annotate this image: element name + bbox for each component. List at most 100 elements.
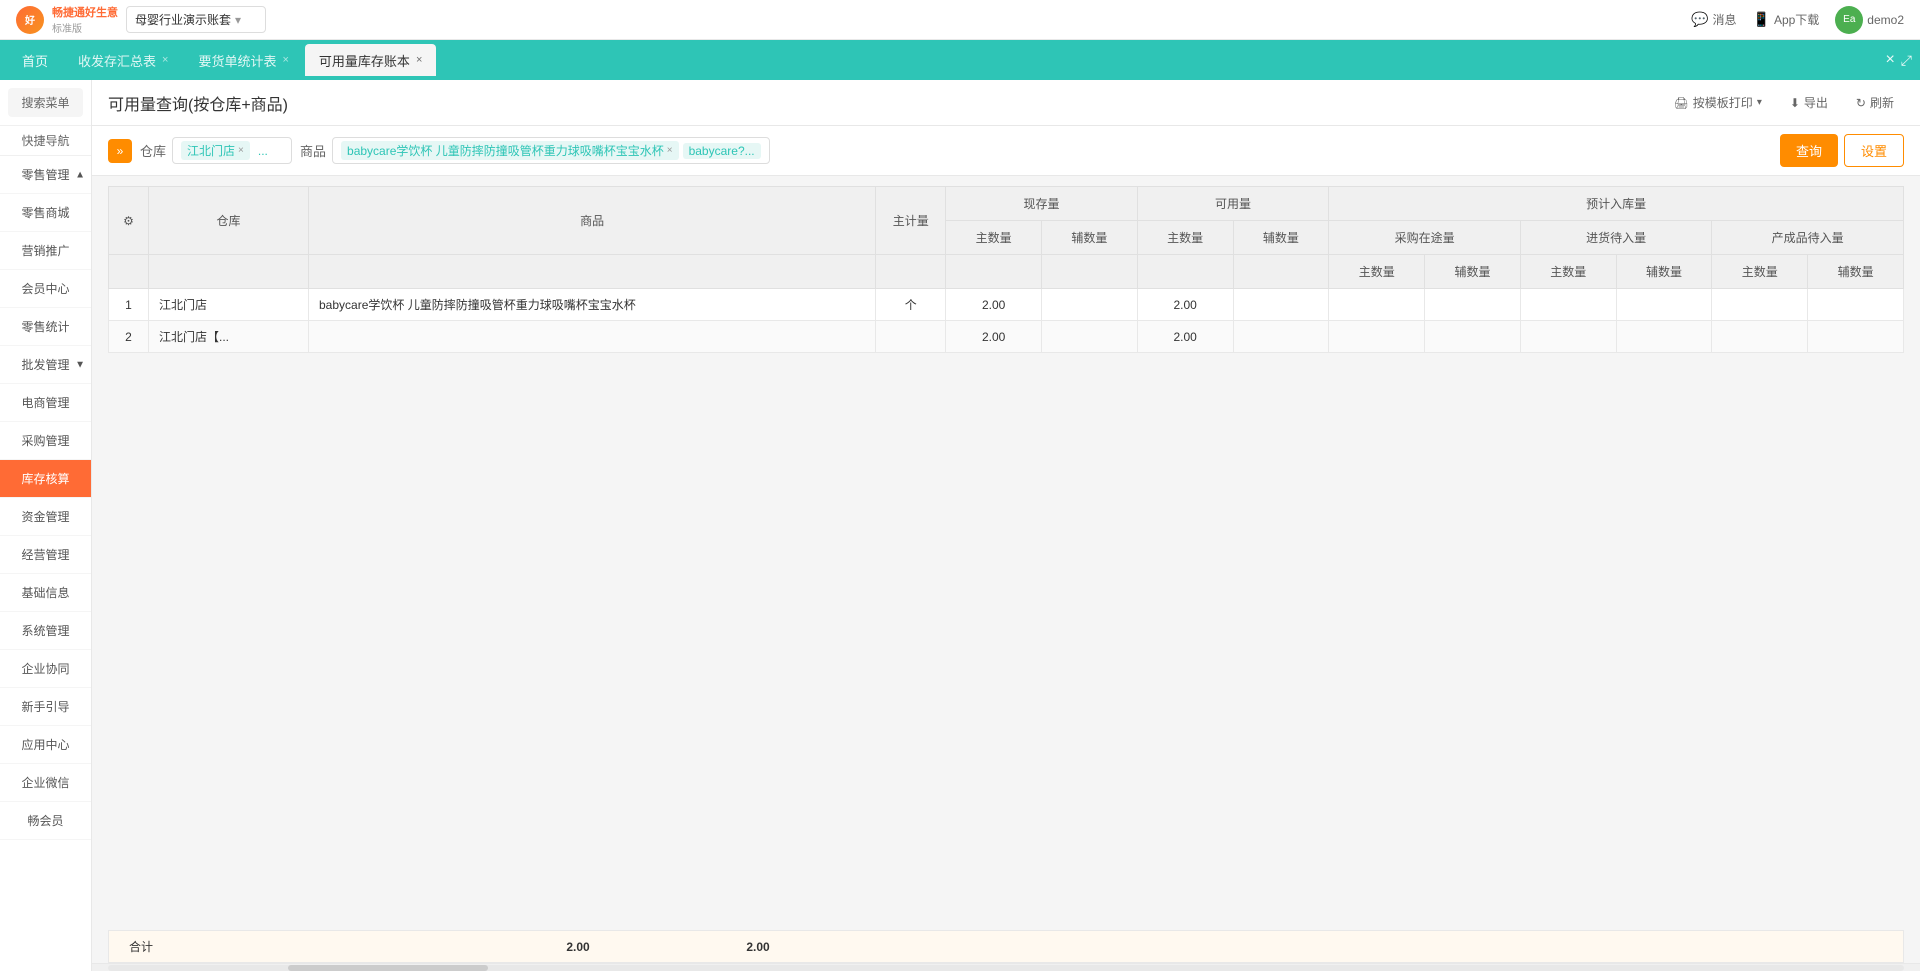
warehouse-filter-label: 仓库 [140, 141, 166, 160]
sidebar-item-system[interactable]: 系统管理 [0, 612, 91, 650]
expand-nav-icon[interactable]: ⤢ [1901, 52, 1912, 69]
user-profile[interactable]: Ea demo2 [1835, 6, 1904, 34]
export-label: 导出 [1804, 94, 1828, 111]
sidebar-item-wholesale[interactable]: 批发管理 ▼ [0, 346, 91, 384]
sidebar-app-center-label: 应用中心 [21, 738, 69, 752]
sidebar-item-finance[interactable]: 资金管理 [0, 498, 91, 536]
th-empty-5 [946, 255, 1042, 289]
sidebar-item-app-center[interactable]: 应用中心 [0, 726, 91, 764]
product-filter-label: 商品 [300, 141, 326, 160]
sidebar-wholesale-arrow: ▼ [75, 359, 85, 370]
table-footer-container: 合计 2.00 2.00 [92, 930, 1920, 963]
cell-incoming-aux-0 [1616, 289, 1712, 321]
cell-index-0: 1 [109, 289, 149, 321]
sidebar-item-retail-stats[interactable]: 零售统计 [0, 308, 91, 346]
th-current-stock-group: 现存量 [946, 187, 1138, 221]
refresh-btn[interactable]: ↻ 刷新 [1846, 90, 1904, 115]
product-tag-1-text: babycare学饮杯 儿童防摔防撞吸管杯重力球吸嘴杯宝宝水杯 [347, 142, 664, 159]
sidebar-retail-stats-label: 零售统计 [21, 320, 69, 334]
filter-expand-btn[interactable]: » [108, 139, 132, 163]
content-area: 可用量查询(按仓库+商品) 🖨 按模板打印 ▾ ⬇ 导出 ↻ 刷新 [92, 80, 1920, 971]
cell-production-aux-1 [1808, 321, 1904, 353]
app-download-btn[interactable]: 📱 App下载 [1753, 11, 1820, 28]
cell-incoming-main-0 [1520, 289, 1616, 321]
warehouse-tag-close[interactable]: × [238, 145, 244, 156]
cell-current-aux-0 [1042, 289, 1138, 321]
th-empty-1 [109, 255, 149, 289]
tab-home[interactable]: 首页 [8, 44, 62, 76]
sidebar-item-basic-info[interactable]: 基础信息 [0, 574, 91, 612]
cell-available-aux-0 [1233, 289, 1329, 321]
brand-name: 畅捷通好生意 [52, 4, 118, 20]
brand-icon: 好 [25, 12, 35, 27]
tab-order-stats[interactable]: 要货单统计表 × [184, 44, 302, 76]
export-btn[interactable]: ⬇ 导出 [1780, 90, 1838, 115]
sidebar-item-purchase[interactable]: 采购管理 [0, 422, 91, 460]
cell-incoming-main-1 [1520, 321, 1616, 353]
th-purchase-transit-aux: 辅数量 [1425, 255, 1521, 289]
sidebar-item-marketing[interactable]: 营销推广 [0, 232, 91, 270]
sidebar-item-newbie[interactable]: 新手引导 [0, 688, 91, 726]
th-available-aux: 辅数量 [1233, 221, 1329, 255]
scroll-thumb[interactable] [288, 965, 488, 971]
home-tab-label: 首页 [22, 51, 48, 70]
th-purchase-transit-main: 主数量 [1329, 255, 1425, 289]
sidebar-item-member[interactable]: 畅会员 [0, 802, 91, 840]
warehouse-filter-input[interactable]: 江北门店 × ... [172, 137, 292, 164]
footer-label: 合计 [119, 938, 163, 955]
sidebar-search-section: 搜索菜单 [0, 80, 91, 126]
tab-order-close[interactable]: × [282, 54, 288, 66]
sidebar-item-enterprise[interactable]: 企业协同 [0, 650, 91, 688]
close-all-tabs[interactable]: × [1885, 51, 1894, 69]
th-settings[interactable]: ⚙ [109, 187, 149, 255]
tab-available-close[interactable]: × [416, 54, 422, 66]
export-icon: ⬇ [1790, 96, 1800, 110]
filter-bar: » 仓库 江北门店 × ... 商品 babycare学饮杯 儿童防摔防撞吸管杯… [92, 126, 1920, 176]
sidebar-item-inventory[interactable]: 库存核算 [0, 460, 91, 498]
sidebar-wechat-label: 企业微信 [21, 776, 69, 790]
sidebar-item-operations[interactable]: 经营管理 [0, 536, 91, 574]
footer-values: 2.00 2.00 [163, 940, 1893, 954]
sidebar-item-retail-mall[interactable]: 零售商城 [0, 194, 91, 232]
sidebar-item-retail-mgmt[interactable]: 零售管理 ▲ [0, 156, 91, 194]
sidebar-item-member-center[interactable]: 会员中心 [0, 270, 91, 308]
sidebar-quick-nav[interactable]: 快捷导航 [0, 126, 91, 156]
settings-button[interactable]: 设置 [1844, 134, 1904, 167]
warehouse-tag: 江北门店 × [181, 141, 250, 160]
cell-warehouse-0: 江北门店 [149, 289, 309, 321]
cell-current-aux-1 [1042, 321, 1138, 353]
message-label: 消息 [1712, 11, 1736, 28]
message-btn[interactable]: 💬 消息 [1691, 11, 1736, 28]
industry-selector[interactable]: 母婴行业演示账套 ▾ [126, 6, 266, 33]
expand-icon: » [117, 144, 124, 158]
printer-icon: 🖨 [1674, 96, 1689, 110]
tab-order-label: 要货单统计表 [198, 51, 276, 70]
sidebar-item-ecommerce[interactable]: 电商管理 [0, 384, 91, 422]
cell-product-1 [309, 321, 876, 353]
product-tag-1-close[interactable]: × [667, 145, 673, 156]
tab-available-label: 可用量库存账本 [319, 51, 410, 70]
th-production-main: 主数量 [1712, 255, 1808, 289]
sidebar-finance-label: 资金管理 [21, 510, 69, 524]
warehouse-more-btn[interactable]: ... [258, 144, 268, 158]
product-filter-input[interactable]: babycare学饮杯 儿童防摔防撞吸管杯重力球吸嘴杯宝宝水杯 × babyca… [332, 137, 770, 164]
app-icon: 📱 [1753, 11, 1770, 28]
th-empty-2 [149, 255, 309, 289]
tab-available-stock[interactable]: 可用量库存账本 × [305, 44, 436, 76]
cell-current-main-0: 2.00 [946, 289, 1042, 321]
sidebar-basic-info-label: 基础信息 [21, 586, 69, 600]
query-button[interactable]: 查询 [1780, 134, 1838, 167]
tab-receive-summary[interactable]: 收发存汇总表 × [64, 44, 182, 76]
sidebar-item-wechat[interactable]: 企业微信 [0, 764, 91, 802]
search-menu-btn[interactable]: 搜索菜单 [8, 88, 83, 117]
footer-current-main: 2.00 [533, 940, 623, 954]
tab-receive-close[interactable]: × [162, 54, 168, 66]
horizontal-scrollbar[interactable] [92, 963, 1920, 971]
nav-tabs: 首页 收发存汇总表 × 要货单统计表 × 可用量库存账本 × × ⤢ [0, 40, 1920, 80]
sidebar-enterprise-label: 企业协同 [21, 662, 69, 676]
table-row: 2 江北门店【... 2.00 2.00 [109, 321, 1904, 353]
footer-available-main: 2.00 [713, 940, 803, 954]
sidebar-member-center-label: 会员中心 [21, 282, 69, 296]
print-btn[interactable]: 🖨 按模板打印 ▾ [1664, 90, 1772, 115]
cell-purchase-main-1 [1329, 321, 1425, 353]
